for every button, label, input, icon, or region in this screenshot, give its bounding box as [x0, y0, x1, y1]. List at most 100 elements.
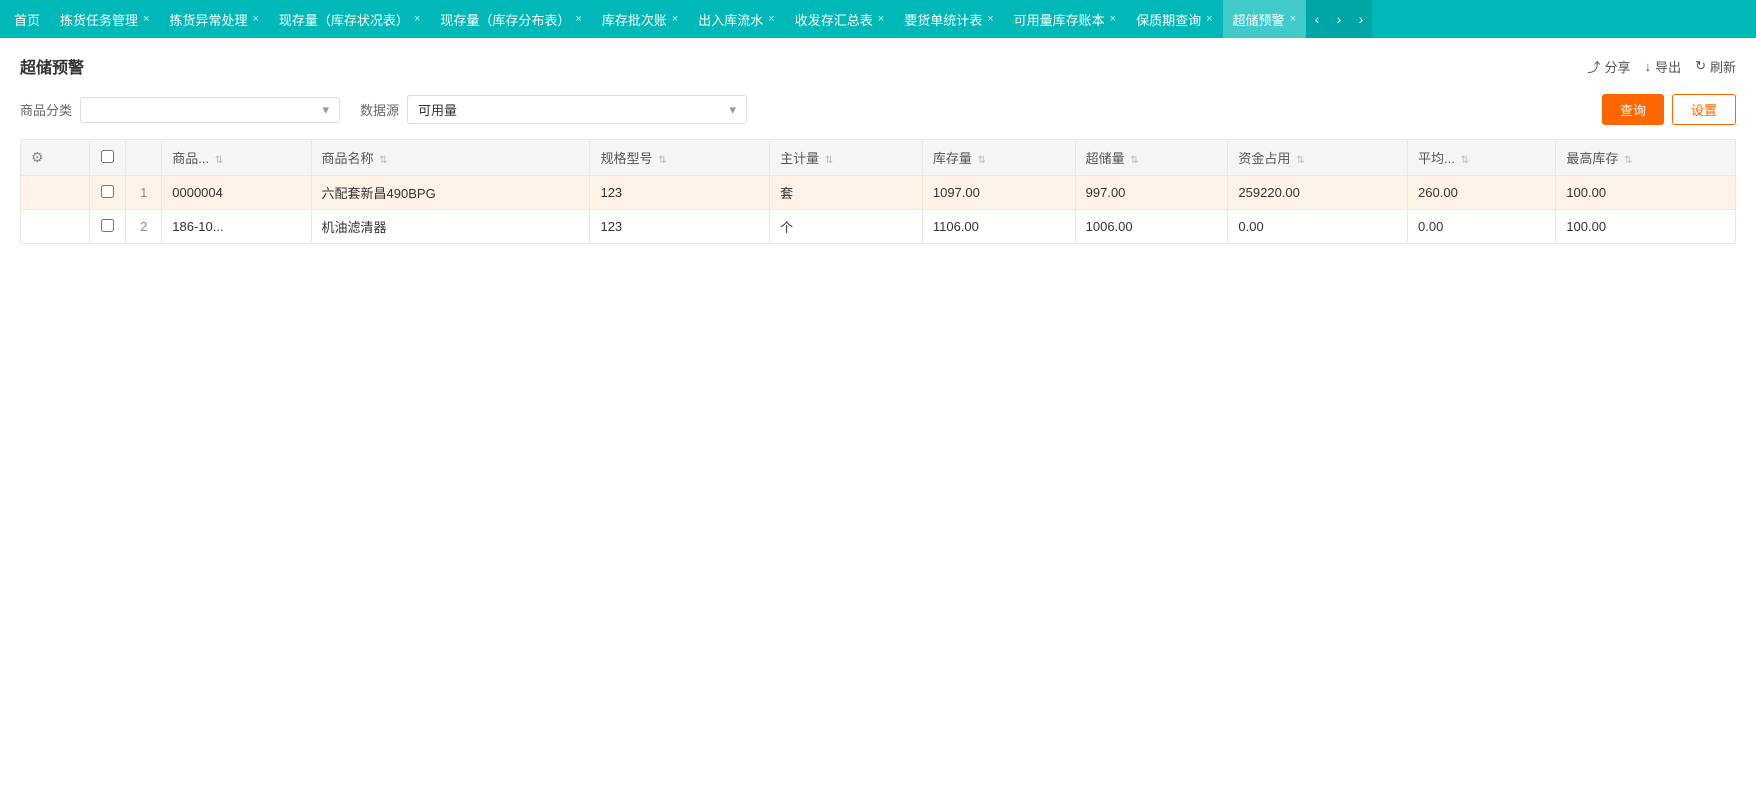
nav-label-10: 保质期查询 [1136, 10, 1201, 29]
nav-close-3[interactable]: × [414, 13, 420, 25]
table-row: 1 0000004 六配套新昌490BPG 123 套 1097.00 997.… [21, 176, 1736, 210]
refresh-button[interactable]: ↻ 刷新 [1695, 57, 1736, 76]
nav-item-11[interactable]: 超储预警 × [1223, 0, 1306, 38]
nav-close-7[interactable]: × [878, 13, 884, 25]
nav-prev-arrow[interactable]: ‹ [1306, 0, 1328, 38]
nav-item-6[interactable]: 出入库流水 × [688, 0, 784, 38]
set-button[interactable]: 设置 [1672, 94, 1736, 125]
row-avg-0: 260.00 [1408, 176, 1556, 210]
nav-expand-arrow[interactable]: › [1350, 0, 1372, 38]
table-header-row: ⚙ 商品... ⇅ 商品名称 ⇅ 规格型号 ⇅ [21, 140, 1736, 176]
nav-close-10[interactable]: × [1206, 13, 1212, 25]
row-select-checkbox-1[interactable] [101, 219, 114, 232]
category-dropdown-arrow: ▾ [322, 102, 329, 118]
category-label: 商品分类 [20, 100, 72, 119]
row-unit-1: 个 [770, 210, 923, 244]
nav-item-5[interactable]: 库存批次账 × [592, 0, 688, 38]
nav-close-1[interactable]: × [143, 13, 149, 25]
nav-label-5: 库存批次账 [602, 10, 667, 29]
nav-item-9[interactable]: 可用量库存账本 × [1004, 0, 1126, 38]
query-button[interactable]: 查询 [1602, 94, 1664, 125]
row-unit-0: 套 [770, 176, 923, 210]
row-code-0: 0000004 [162, 176, 311, 210]
nav-close-6[interactable]: × [768, 13, 774, 25]
row-overstock-0: 997.00 [1075, 176, 1228, 210]
nav-item-2[interactable]: 拣货异常处理 × [159, 0, 268, 38]
datasource-select[interactable]: 可用量 ▾ [407, 95, 747, 124]
nav-item-home[interactable]: 首页 [4, 0, 50, 38]
nav-label-6: 出入库流水 [698, 10, 763, 29]
sort-icon-max-stock: ⇅ [1624, 155, 1632, 166]
th-checkbox[interactable] [90, 140, 126, 176]
nav-next-arrow[interactable]: › [1328, 0, 1350, 38]
nav-item-1[interactable]: 拣货任务管理 × [50, 0, 159, 38]
th-row-num [126, 140, 162, 176]
share-button[interactable]: ⤴ 分享 [1588, 57, 1631, 76]
filter-row: 商品分类 ▾ 数据源 可用量 ▾ 查询 设置 [20, 94, 1736, 125]
row-checkbox-0[interactable] [90, 176, 126, 210]
page-title-row: 超储预警 ⤴ 分享 ↓ 导出 ↻ 刷新 [20, 54, 1736, 78]
share-label: 分享 [1605, 57, 1631, 76]
th-code[interactable]: 商品... ⇅ [162, 140, 311, 176]
nav-item-3[interactable]: 现存量（库存状况表） × [269, 0, 430, 38]
row-num-0: 1 [126, 176, 162, 210]
th-max-stock[interactable]: 最高库存 ⇅ [1556, 140, 1736, 176]
th-overstock[interactable]: 超储量 ⇅ [1075, 140, 1228, 176]
th-avg[interactable]: 平均... ⇅ [1408, 140, 1556, 176]
row-max-stock-0: 100.00 [1556, 176, 1736, 210]
nav-item-4[interactable]: 现存量（库存分布表） × [430, 0, 591, 38]
table-row: 2 186-10... 机油滤清器 123 个 1106.00 1006.00 … [21, 210, 1736, 244]
datasource-label: 数据源 [360, 100, 399, 119]
row-code-1: 186-10... [162, 210, 311, 244]
category-select[interactable]: ▾ [80, 97, 340, 123]
nav-close-2[interactable]: × [252, 13, 258, 25]
row-checkbox-1[interactable] [90, 210, 126, 244]
th-capital[interactable]: 资金占用 ⇅ [1228, 140, 1408, 176]
nav-item-10[interactable]: 保质期查询 × [1126, 0, 1222, 38]
nav-close-4[interactable]: × [575, 13, 581, 25]
nav-close-11[interactable]: × [1290, 13, 1296, 25]
title-actions: ⤴ 分享 ↓ 导出 ↻ 刷新 [1588, 57, 1736, 76]
th-settings[interactable]: ⚙ [21, 140, 90, 176]
row-capital-0: 259220.00 [1228, 176, 1408, 210]
sort-icon-code: ⇅ [215, 155, 223, 166]
sort-icon-stock: ⇅ [978, 155, 986, 166]
nav-close-5[interactable]: × [672, 13, 678, 25]
page-title: 超储预警 [20, 54, 84, 78]
sort-icon-avg: ⇅ [1461, 155, 1469, 166]
th-unit[interactable]: 主计量 ⇅ [770, 140, 923, 176]
settings-icon[interactable]: ⚙ [31, 149, 44, 165]
sort-icon-unit: ⇅ [825, 155, 833, 166]
nav-item-7[interactable]: 收发存汇总表 × [785, 0, 894, 38]
sort-icon-spec: ⇅ [658, 155, 666, 166]
row-settings-1 [21, 210, 90, 244]
row-max-stock-1: 100.00 [1556, 210, 1736, 244]
nav-close-9[interactable]: × [1110, 13, 1116, 25]
row-name-0: 六配套新昌490BPG [311, 176, 590, 210]
nav-close-8[interactable]: × [987, 13, 993, 25]
row-stock-0: 1097.00 [922, 176, 1075, 210]
row-avg-1: 0.00 [1408, 210, 1556, 244]
row-overstock-1: 1006.00 [1075, 210, 1228, 244]
nav-label-11: 超储预警 [1233, 10, 1285, 29]
datasource-dropdown-arrow: ▾ [730, 102, 737, 118]
sort-icon-name: ⇅ [379, 155, 387, 166]
category-filter-group: 商品分类 ▾ [20, 97, 340, 123]
refresh-label: 刷新 [1710, 57, 1736, 76]
row-stock-1: 1106.00 [922, 210, 1075, 244]
row-select-checkbox-0[interactable] [101, 185, 114, 198]
row-capital-1: 0.00 [1228, 210, 1408, 244]
nav-label-home: 首页 [14, 10, 40, 29]
sort-icon-capital: ⇅ [1296, 155, 1304, 166]
select-all-checkbox[interactable] [101, 150, 114, 163]
th-stock[interactable]: 库存量 ⇅ [922, 140, 1075, 176]
filter-right: 查询 设置 [1602, 94, 1736, 125]
row-spec-0: 123 [590, 176, 770, 210]
nav-item-8[interactable]: 要货单统计表 × [894, 0, 1003, 38]
th-spec[interactable]: 规格型号 ⇅ [590, 140, 770, 176]
export-button[interactable]: ↓ 导出 [1645, 57, 1682, 76]
th-name[interactable]: 商品名称 ⇅ [311, 140, 590, 176]
refresh-icon: ↻ [1695, 58, 1706, 74]
share-icon: ⤴ [1588, 57, 1601, 76]
row-name-1: 机油滤清器 [311, 210, 590, 244]
